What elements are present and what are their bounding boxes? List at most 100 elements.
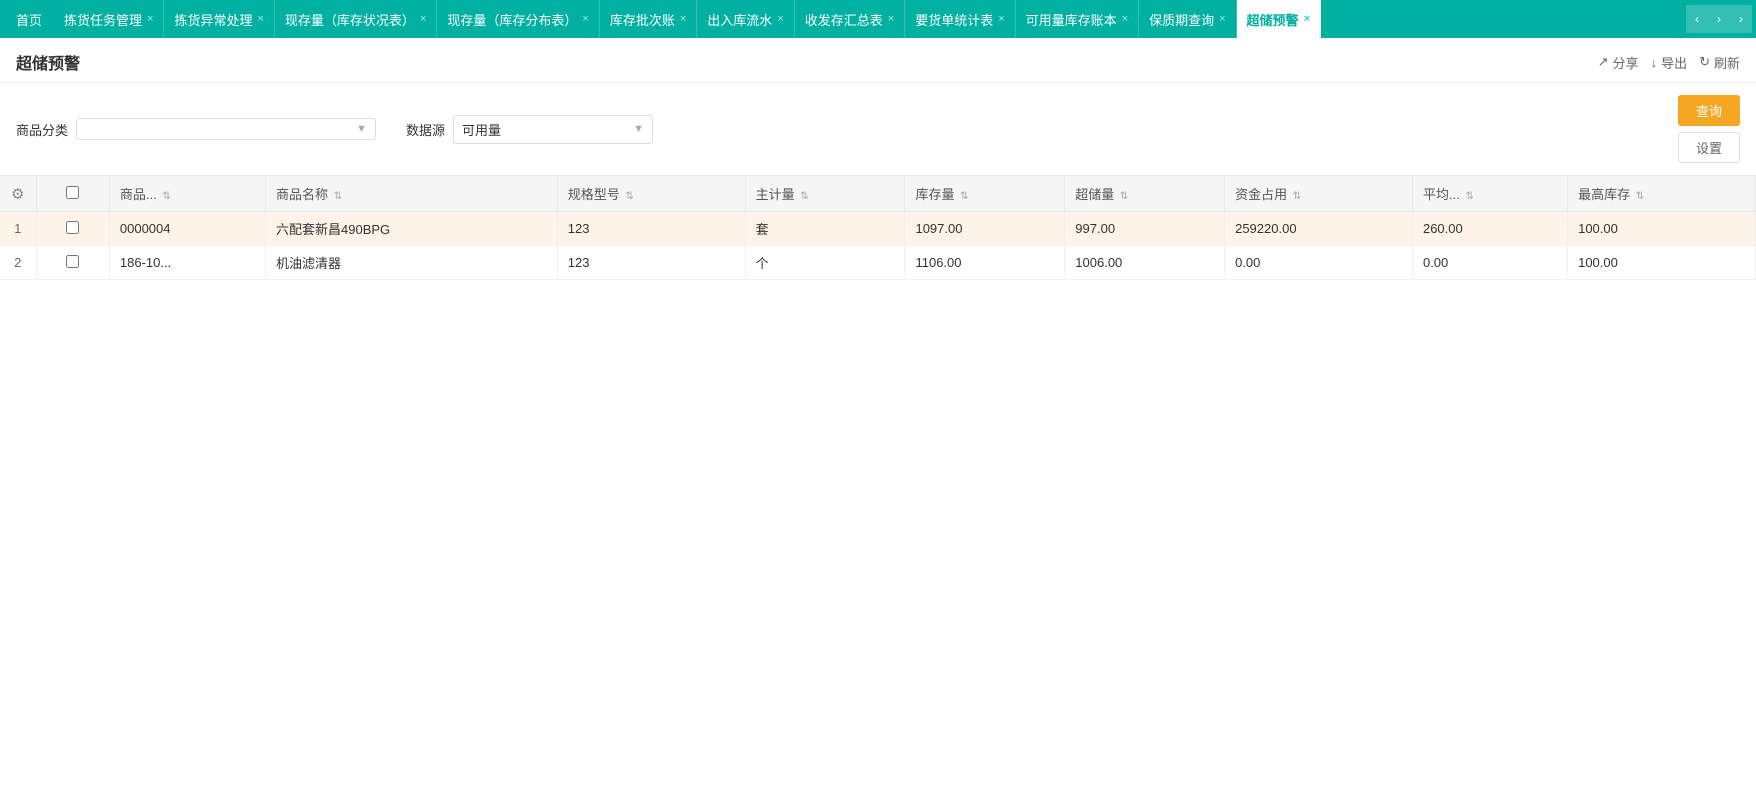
nav-tab-0[interactable]: 拣货任务管理 × bbox=[54, 0, 164, 38]
row-checkbox-2 bbox=[36, 246, 109, 280]
th-spec: 规格型号 ⇅ bbox=[557, 176, 745, 212]
nav-tab-4[interactable]: 库存批次账 × bbox=[600, 0, 697, 38]
refresh-action[interactable]: ↻ 刷新 bbox=[1699, 53, 1740, 72]
row-num-1: 1 bbox=[0, 212, 36, 246]
th-product-code: 商品... ⇅ bbox=[109, 176, 265, 212]
nav-tab-6[interactable]: 收发存汇总表 × bbox=[795, 0, 905, 38]
nav-tab-close-0[interactable]: × bbox=[147, 13, 153, 25]
page-title: 超储预警 bbox=[16, 50, 80, 74]
main-table: ⚙ 商品... ⇅ 商品名称 ⇅ 规格型号 ⇅ bbox=[0, 175, 1756, 280]
sort-icon-capital[interactable]: ⇅ bbox=[1293, 191, 1301, 202]
nav-tab-7[interactable]: 要货单统计表 × bbox=[905, 0, 1015, 38]
th-product-name-label: 商品名称 bbox=[276, 187, 328, 202]
datasource-select[interactable]: 可用量 ▼ bbox=[453, 115, 653, 144]
th-overstock-label: 超储量 bbox=[1075, 187, 1114, 202]
row-2-product-name: 机油滤清器 bbox=[266, 246, 558, 280]
nav-tab-label-7: 要货单统计表 bbox=[915, 10, 993, 29]
row-2-unit: 个 bbox=[745, 246, 905, 280]
row-2-max-stock: 100.00 bbox=[1568, 246, 1756, 280]
nav-home[interactable]: 首页 bbox=[4, 10, 54, 29]
datasource-value: 可用量 bbox=[462, 120, 501, 139]
category-filter: 商品分类 ▼ bbox=[16, 118, 376, 140]
row-1-product-code: 0000004 bbox=[109, 212, 265, 246]
table-settings-icon[interactable]: ⚙ bbox=[11, 186, 24, 203]
nav-tab-label-2: 现存量（库存状况表） bbox=[285, 10, 415, 29]
nav-tab-close-4[interactable]: × bbox=[680, 13, 686, 25]
top-navigation: 首页 拣货任务管理 × 拣货异常处理 × 现存量（库存状况表） × 现存量（库存… bbox=[0, 0, 1756, 38]
nav-tab-5[interactable]: 出入库流水 × bbox=[697, 0, 794, 38]
th-stock-label: 库存量 bbox=[915, 187, 954, 202]
datasource-filter: 数据源 可用量 ▼ bbox=[406, 115, 653, 144]
nav-tab-1[interactable]: 拣货异常处理 × bbox=[164, 0, 274, 38]
filter-area: 商品分类 ▼ 数据源 可用量 ▼ 查询 设置 bbox=[0, 83, 1756, 175]
nav-tab-label-3: 现存量（库存分布表） bbox=[447, 10, 577, 29]
th-avg: 平均... ⇅ bbox=[1412, 176, 1567, 212]
export-action[interactable]: ↓ 导出 bbox=[1651, 53, 1688, 72]
header-actions: ↗ 分享 ↓ 导出 ↻ 刷新 bbox=[1598, 53, 1740, 72]
nav-tab-close-9[interactable]: × bbox=[1219, 13, 1225, 25]
nav-tab-label-4: 库存批次账 bbox=[610, 10, 675, 29]
th-spec-label: 规格型号 bbox=[568, 187, 620, 202]
filter-buttons: 查询 设置 bbox=[1678, 95, 1740, 163]
nav-arrows: ‹ › › bbox=[1686, 5, 1752, 33]
th-product-code-label: 商品... bbox=[120, 187, 157, 202]
th-product-name: 商品名称 ⇅ bbox=[266, 176, 558, 212]
row-2-checkbox[interactable] bbox=[66, 255, 79, 268]
nav-tab-label-5: 出入库流水 bbox=[707, 10, 772, 29]
th-overstock: 超储量 ⇅ bbox=[1065, 176, 1225, 212]
sort-icon-overstock[interactable]: ⇅ bbox=[1120, 191, 1128, 202]
nav-tab-close-1[interactable]: × bbox=[257, 13, 263, 25]
row-2-avg: 0.00 bbox=[1412, 246, 1567, 280]
sort-icon-product-code[interactable]: ⇅ bbox=[162, 191, 170, 202]
page-container: 超储预警 ↗ 分享 ↓ 导出 ↻ 刷新 商品分类 ▼ 数据源 bbox=[0, 38, 1756, 800]
sort-icon-spec[interactable]: ⇅ bbox=[625, 191, 633, 202]
row-checkbox-1 bbox=[36, 212, 109, 246]
category-select[interactable]: ▼ bbox=[76, 118, 376, 140]
table-row: 1 0000004 六配套新昌490BPG 123 套 1097.00 997.… bbox=[0, 212, 1756, 246]
refresh-label: 刷新 bbox=[1714, 53, 1740, 72]
row-2-product-code: 186-10... bbox=[109, 246, 265, 280]
select-all-checkbox[interactable] bbox=[66, 186, 79, 199]
nav-tab-close-6[interactable]: × bbox=[888, 13, 894, 25]
datasource-label: 数据源 bbox=[406, 120, 445, 139]
th-settings: ⚙ bbox=[0, 176, 36, 212]
th-stock: 库存量 ⇅ bbox=[905, 176, 1065, 212]
datasource-dropdown-arrow: ▼ bbox=[633, 123, 644, 135]
table-header-row: ⚙ 商品... ⇅ 商品名称 ⇅ 规格型号 ⇅ bbox=[0, 176, 1756, 212]
nav-tab-9[interactable]: 保质期查询 × bbox=[1139, 0, 1236, 38]
nav-tab-close-2[interactable]: × bbox=[420, 13, 426, 25]
nav-tab-close-5[interactable]: × bbox=[777, 13, 783, 25]
th-unit-label: 主计量 bbox=[756, 187, 795, 202]
sort-icon-unit[interactable]: ⇅ bbox=[800, 191, 808, 202]
table-container: ⚙ 商品... ⇅ 商品名称 ⇅ 规格型号 ⇅ bbox=[0, 175, 1756, 280]
nav-next-button[interactable]: › bbox=[1708, 5, 1730, 33]
sort-icon-product-name[interactable]: ⇅ bbox=[334, 191, 342, 202]
sort-icon-stock[interactable]: ⇅ bbox=[960, 191, 968, 202]
nav-more-button[interactable]: › bbox=[1730, 5, 1752, 33]
settings-button[interactable]: 设置 bbox=[1678, 132, 1740, 163]
nav-tab-8[interactable]: 可用量库存账本 × bbox=[1016, 0, 1139, 38]
th-max-stock: 最高库存 ⇅ bbox=[1568, 176, 1756, 212]
row-1-stock: 1097.00 bbox=[905, 212, 1065, 246]
export-icon: ↓ bbox=[1651, 55, 1658, 70]
nav-prev-button[interactable]: ‹ bbox=[1686, 5, 1708, 33]
th-capital: 资金占用 ⇅ bbox=[1225, 176, 1413, 212]
row-num-2: 2 bbox=[0, 246, 36, 280]
query-button[interactable]: 查询 bbox=[1678, 95, 1740, 126]
nav-tab-2[interactable]: 现存量（库存状况表） × bbox=[275, 0, 437, 38]
sort-icon-max-stock[interactable]: ⇅ bbox=[1636, 191, 1644, 202]
table-row: 2 186-10... 机油滤清器 123 个 1106.00 1006.00 … bbox=[0, 246, 1756, 280]
nav-tab-close-10[interactable]: × bbox=[1304, 13, 1310, 25]
nav-tab-close-3[interactable]: × bbox=[582, 13, 588, 25]
row-1-product-name: 六配套新昌490BPG bbox=[266, 212, 558, 246]
row-1-avg: 260.00 bbox=[1412, 212, 1567, 246]
nav-tab-10[interactable]: 超储预警 × bbox=[1237, 0, 1321, 38]
refresh-icon: ↻ bbox=[1699, 54, 1710, 70]
nav-tab-close-8[interactable]: × bbox=[1122, 13, 1128, 25]
share-action[interactable]: ↗ 分享 bbox=[1598, 53, 1639, 72]
sort-icon-avg[interactable]: ⇅ bbox=[1465, 191, 1473, 202]
row-1-unit: 套 bbox=[745, 212, 905, 246]
nav-tab-close-7[interactable]: × bbox=[998, 13, 1004, 25]
row-1-checkbox[interactable] bbox=[66, 221, 79, 234]
nav-tab-3[interactable]: 现存量（库存分布表） × bbox=[437, 0, 599, 38]
